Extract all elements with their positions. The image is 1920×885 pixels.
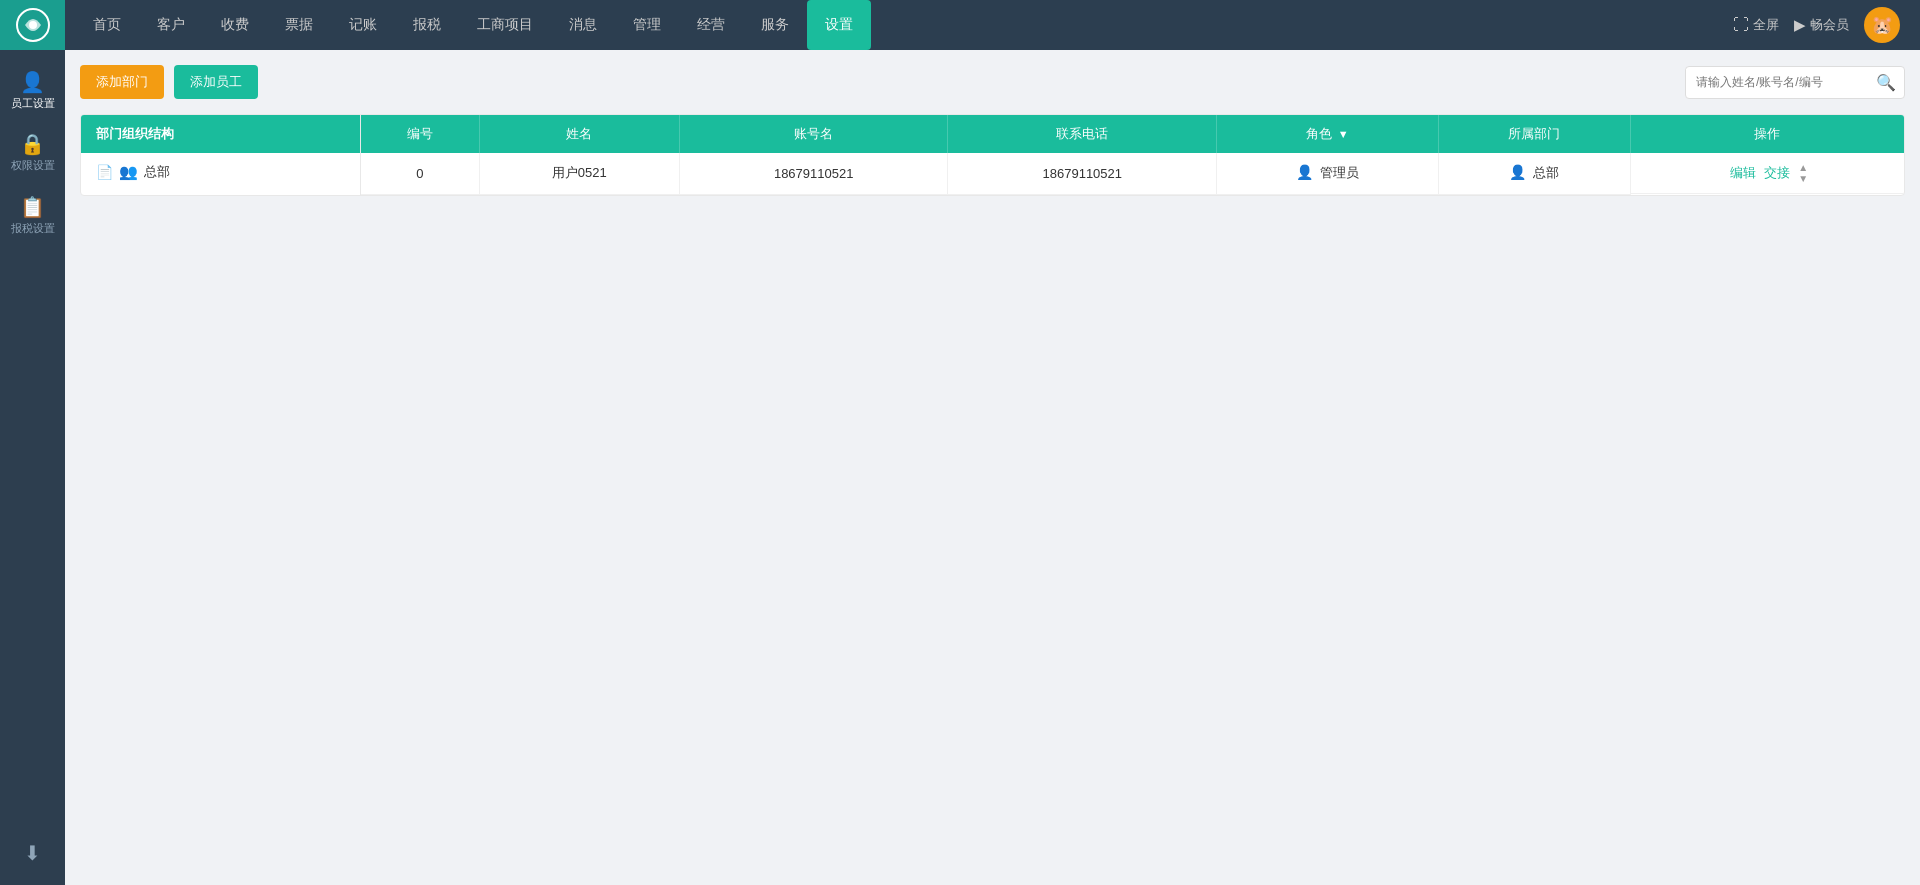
filter-icon: ▼ (1338, 128, 1349, 140)
content-area: 添加部门 添加员工 🔍 部门组织结构 📄 👥 总部 (65, 50, 1920, 885)
table-row: 0 用户0521 18679110521 18679110521 👤 管理员 👤… (361, 153, 1904, 194)
content-grid: 部门组织结构 📄 👥 总部 编号 姓名 账号名 联系电话 (80, 114, 1905, 196)
edit-link[interactable]: 编辑 (1730, 164, 1756, 182)
top-navigation: 首页 客户 收费 票据 记账 报税 工商项目 消息 管理 经营 服务 设置 ⛶ … (0, 0, 1920, 50)
fullscreen-button[interactable]: ⛶ 全屏 (1733, 16, 1779, 34)
cell-account: 18679110521 (679, 153, 948, 194)
nav-item-bizproject[interactable]: 工商项目 (459, 0, 551, 50)
scroll-down-button[interactable]: ▼ (1798, 173, 1808, 184)
sidebar-item-permission[interactable]: 🔒 权限设置 (0, 122, 65, 184)
permission-icon: 🔒 (20, 134, 45, 154)
main-layout: 👤 员工设置 🔒 权限设置 📋 报税设置 ⬇ 添加部门 添加员工 🔍 (0, 50, 1920, 885)
sidebar-item-taxsettings[interactable]: 📋 报税设置 (0, 185, 65, 247)
sidebar: 👤 员工设置 🔒 权限设置 📋 报税设置 ⬇ (0, 50, 65, 885)
member-button[interactable]: ▶ 畅会员 (1794, 16, 1849, 34)
tree-file-icon: 📄 (96, 164, 113, 180)
cell-dept-label: 总部 (1533, 165, 1559, 180)
search-icon: 🔍 (1876, 74, 1896, 91)
col-role[interactable]: 角色 ▼ (1217, 115, 1439, 153)
nav-right: ⛶ 全屏 ▶ 畅会员 🐹 (1733, 7, 1920, 43)
nav-item-bill[interactable]: 票据 (267, 0, 331, 50)
sidebar-item-taxsettings-label: 报税设置 (11, 221, 55, 235)
cell-name: 用户0521 (479, 153, 679, 194)
video-icon: ▶ (1794, 16, 1806, 34)
logo-icon (15, 7, 51, 43)
sidebar-download-button[interactable]: ⬇ (0, 831, 65, 875)
sidebar-item-employee-label: 员工设置 (11, 96, 55, 110)
search-box: 🔍 (1685, 66, 1905, 99)
tree-dept-icon: 👥 (119, 163, 138, 181)
nav-item-tax[interactable]: 报税 (395, 0, 459, 50)
toolbar: 添加部门 添加员工 🔍 (80, 65, 1905, 99)
nav-item-account[interactable]: 记账 (331, 0, 395, 50)
col-dept: 所属部门 (1438, 115, 1630, 153)
download-icon: ⬇ (24, 843, 41, 863)
tree-panel: 部门组织结构 📄 👥 总部 (81, 115, 361, 195)
col-name: 姓名 (479, 115, 679, 153)
member-label: 畅会员 (1810, 16, 1849, 34)
cell-role-label: 管理员 (1320, 165, 1359, 180)
add-employee-button[interactable]: 添加员工 (174, 65, 258, 99)
fullscreen-icon: ⛶ (1733, 16, 1749, 34)
nav-item-manage[interactable]: 管理 (615, 0, 679, 50)
table-panel: 编号 姓名 账号名 联系电话 角色 ▼ 所属部门 操作 (361, 115, 1904, 195)
transfer-link[interactable]: 交接 (1764, 164, 1790, 182)
avatar[interactable]: 🐹 (1864, 7, 1900, 43)
sidebar-item-permission-label: 权限设置 (11, 158, 55, 172)
search-button[interactable]: 🔍 (1868, 67, 1904, 98)
avatar-icon: 🐹 (1871, 14, 1893, 36)
logo[interactable] (0, 0, 65, 50)
nav-items: 首页 客户 收费 票据 记账 报税 工商项目 消息 管理 经营 服务 设置 (65, 0, 1733, 50)
tree-header: 部门组织结构 (81, 115, 360, 153)
nav-item-fee[interactable]: 收费 (203, 0, 267, 50)
cell-role: 👤 管理员 (1217, 153, 1439, 194)
search-input[interactable] (1686, 69, 1868, 95)
dept-user-icon: 👤 (1509, 164, 1526, 180)
employee-icon: 👤 (20, 72, 45, 92)
col-account: 账号名 (679, 115, 948, 153)
nav-item-client[interactable]: 客户 (139, 0, 203, 50)
taxsettings-icon: 📋 (20, 197, 45, 217)
cell-dept: 👤 总部 (1438, 153, 1630, 194)
nav-item-operation[interactable]: 经营 (679, 0, 743, 50)
nav-item-message[interactable]: 消息 (551, 0, 615, 50)
table-header-row: 编号 姓名 账号名 联系电话 角色 ▼ 所属部门 操作 (361, 115, 1904, 153)
add-dept-button[interactable]: 添加部门 (80, 65, 164, 99)
cell-phone: 18679110521 (948, 153, 1217, 194)
scroll-up-button[interactable]: ▲ (1798, 162, 1808, 173)
employee-table: 编号 姓名 账号名 联系电话 角色 ▼ 所属部门 操作 (361, 115, 1904, 195)
nav-item-home[interactable]: 首页 (75, 0, 139, 50)
sidebar-item-employee[interactable]: 👤 员工设置 (0, 60, 65, 122)
tree-item-label: 总部 (144, 163, 170, 181)
svg-point-1 (29, 21, 37, 29)
tree-item-headquarters[interactable]: 📄 👥 总部 (81, 153, 360, 191)
col-actions: 操作 (1630, 115, 1904, 153)
col-id: 编号 (361, 115, 479, 153)
role-user-icon: 👤 (1296, 164, 1313, 180)
nav-item-service[interactable]: 服务 (743, 0, 807, 50)
col-phone: 联系电话 (948, 115, 1217, 153)
fullscreen-label: 全屏 (1753, 16, 1779, 34)
cell-actions: 编辑 交接 ▲ ▼ (1631, 153, 1904, 194)
col-role-label: 角色 (1306, 126, 1332, 141)
cell-id: 0 (361, 153, 479, 194)
nav-item-settings[interactable]: 设置 (807, 0, 871, 50)
